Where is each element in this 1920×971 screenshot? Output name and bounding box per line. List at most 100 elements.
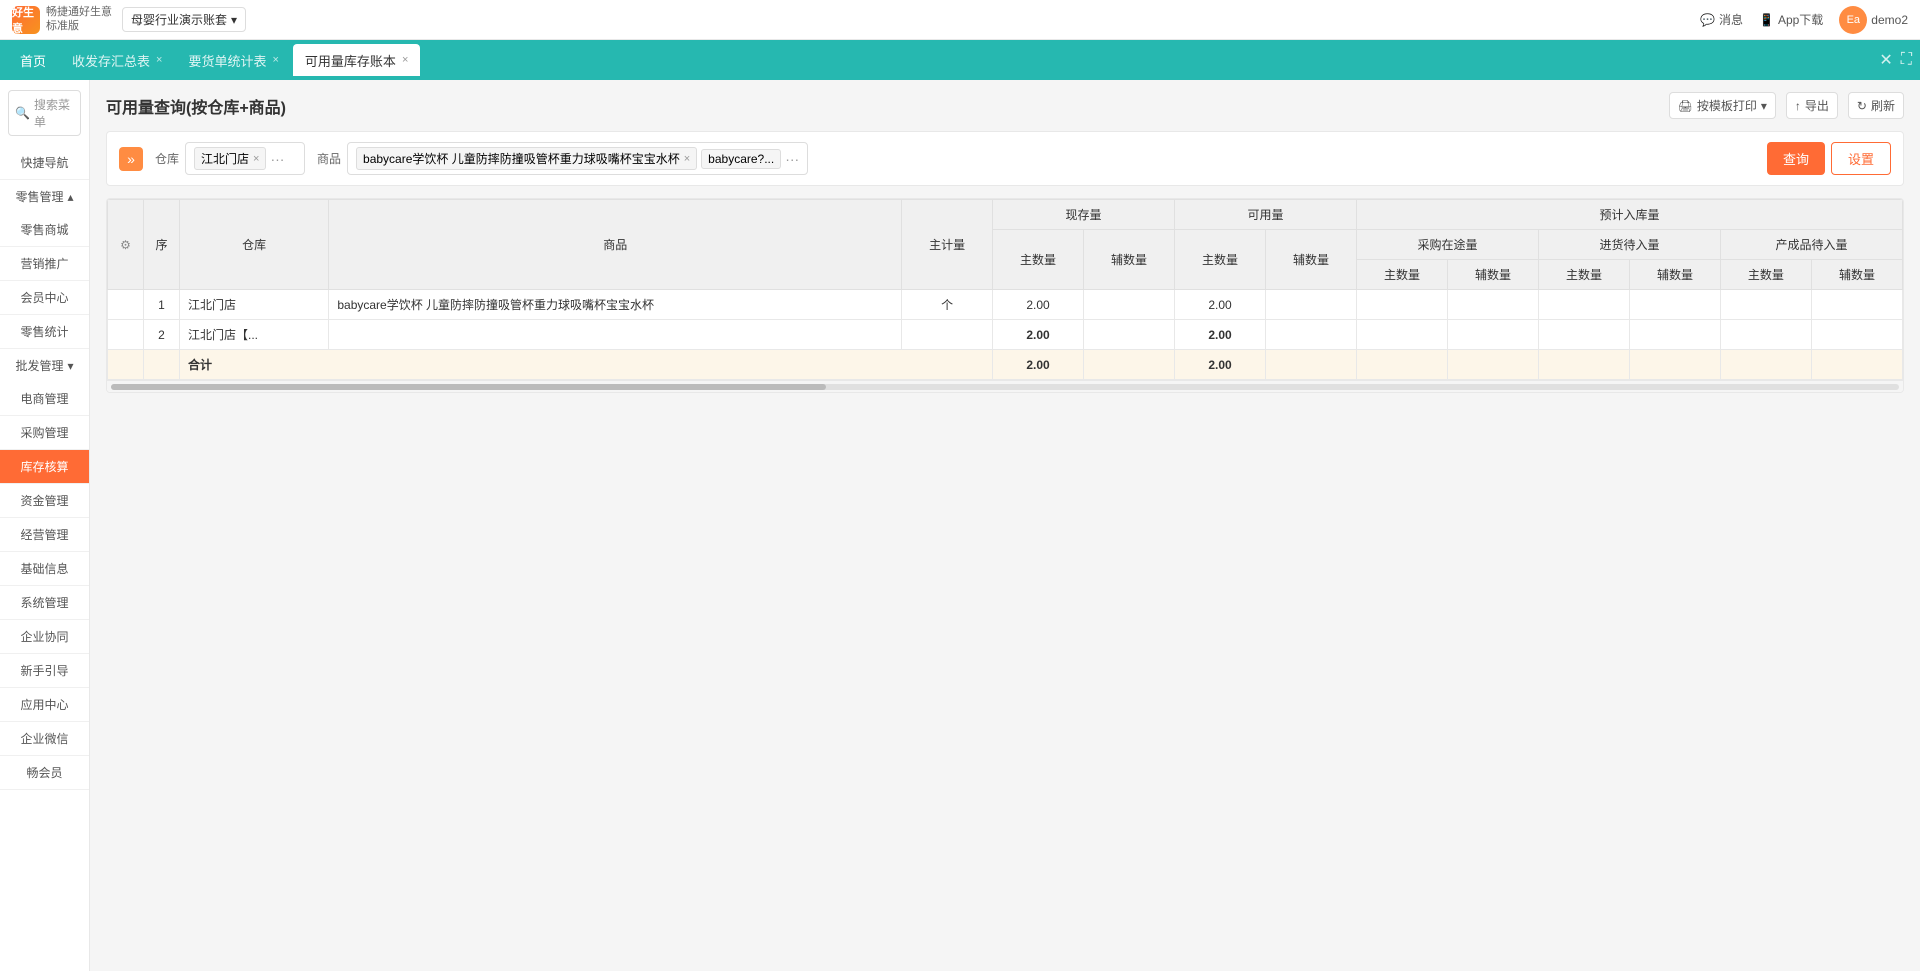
tab-close-all-button[interactable]: ✕ xyxy=(1879,50,1892,70)
footer-stock-main: 2.00 xyxy=(993,350,1084,380)
col-pp-main: 主数量 xyxy=(1720,260,1811,290)
export-button[interactable]: ↑ 导出 xyxy=(1786,92,1838,119)
tab-close-available-stock[interactable]: × xyxy=(402,54,408,66)
refresh-button[interactable]: ↻ 刷新 xyxy=(1848,92,1904,119)
col-product-header: 商品 xyxy=(329,200,902,290)
tab-fullscreen-button[interactable]: ⛶ xyxy=(1901,51,1912,69)
footer-pp-main xyxy=(1720,350,1811,380)
product-tag1-close[interactable]: × xyxy=(684,153,690,165)
col-no-header: 序 xyxy=(144,200,180,290)
user-menu[interactable]: Ea demo2 xyxy=(1839,6,1908,34)
sidebar-item-retail-stats[interactable]: 零售统计 xyxy=(0,315,89,349)
sidebar-item-newbie[interactable]: 新手引导 xyxy=(0,654,89,688)
tab-home[interactable]: 首页 xyxy=(8,44,58,76)
row1-warehouse: 江北门店 xyxy=(180,290,329,320)
horizontal-scrollbar[interactable] xyxy=(107,380,1903,392)
app-download-button[interactable]: 📱 App下载 xyxy=(1759,11,1823,28)
table-row: 1 江北门店 babycare学饮杯 儿童防摔防撞吸管杯重力球吸嘴杯宝宝水杯 个… xyxy=(108,290,1903,320)
row2-avail-aux xyxy=(1266,320,1357,350)
row1-pt-aux xyxy=(1447,290,1538,320)
sidebar-item-member[interactable]: 会员中心 xyxy=(0,281,89,315)
sidebar-item-system[interactable]: 系统管理 xyxy=(0,586,89,620)
product-filter: 商品 babycare学饮杯 儿童防摔防撞吸管杯重力球吸嘴杯宝宝水杯 × bab… xyxy=(317,142,808,175)
sidebar-item-ecommerce[interactable]: 电商管理 xyxy=(0,382,89,416)
col-current-stock-header: 现存量 xyxy=(993,200,1175,230)
col-pp-aux: 辅数量 xyxy=(1811,260,1902,290)
top-bar-left: 好生意 畅捷通好生意 标准版 母婴行业演示账套 ▾ xyxy=(12,6,246,34)
export-icon: ↑ xyxy=(1795,99,1801,113)
warehouse-ellipsis[interactable]: ··· xyxy=(270,151,284,167)
settings-button[interactable]: 设置 xyxy=(1831,142,1891,175)
sidebar-item-wholesale-management[interactable]: 批发管理 ▾ xyxy=(0,349,89,382)
footer-ip-aux xyxy=(1629,350,1720,380)
col-available-header: 可用量 xyxy=(1175,200,1357,230)
footer-avail-aux xyxy=(1266,350,1357,380)
row2-settings xyxy=(108,320,144,350)
footer-avail-main: 2.00 xyxy=(1175,350,1266,380)
query-button[interactable]: 查询 xyxy=(1767,142,1825,175)
row1-stock-aux xyxy=(1084,290,1175,320)
sidebar-item-finance[interactable]: 资金管理 xyxy=(0,484,89,518)
table-container: ⚙ 序 仓库 商品 主计量 现存量 可用量 预计入库量 主数量 辅 xyxy=(106,198,1904,393)
row2-ip-main xyxy=(1538,320,1629,350)
industry-selector[interactable]: 母婴行业演示账套 ▾ xyxy=(122,7,246,32)
warehouse-input[interactable]: 江北门店 × ··· xyxy=(185,142,305,175)
data-table: ⚙ 序 仓库 商品 主计量 现存量 可用量 预计入库量 主数量 辅 xyxy=(107,199,1903,380)
sidebar-item-retail-mall[interactable]: 零售商城 xyxy=(0,213,89,247)
top-bar-right: 💬 消息 📱 App下载 Ea demo2 xyxy=(1700,6,1908,34)
tab-order-stats[interactable]: 要货单统计表 × xyxy=(176,44,290,76)
template-print-button[interactable]: 🖨 按模板打印 ▾ xyxy=(1669,92,1776,119)
page-actions: 🖨 按模板打印 ▾ ↑ 导出 ↻ 刷新 xyxy=(1669,92,1904,119)
settings-icon[interactable]: ⚙ xyxy=(120,238,131,252)
sidebar-item-app-center[interactable]: 应用中心 xyxy=(0,688,89,722)
footer-settings xyxy=(108,350,144,380)
col-avail-aux-header: 辅数量 xyxy=(1266,230,1357,290)
tab-bar: 首页 收发存汇总表 × 要货单统计表 × 可用量库存账本 × ✕ ⛶ xyxy=(0,40,1920,80)
sidebar-item-vip[interactable]: 畅会员 xyxy=(0,756,89,790)
product-ellipsis[interactable]: ··· xyxy=(785,151,799,167)
main-layout: 🔍 搜索菜单 快捷导航 零售管理 ▴ 零售商城 营销推广 会员中心 零售统计 批… xyxy=(0,80,1920,971)
sidebar-item-basic[interactable]: 基础信息 xyxy=(0,552,89,586)
col-pt-main: 主数量 xyxy=(1357,260,1448,290)
top-bar: 好生意 畅捷通好生意 标准版 母婴行业演示账套 ▾ 💬 消息 📱 App下载 E… xyxy=(0,0,1920,40)
tab-receipts[interactable]: 收发存汇总表 × xyxy=(60,44,174,76)
sidebar-item-quick-nav[interactable]: 快捷导航 xyxy=(0,146,89,180)
footer-stock-aux xyxy=(1084,350,1175,380)
chevron-down-icon: ▾ xyxy=(231,13,237,27)
product-tag1: babycare学饮杯 儿童防摔防撞吸管杯重力球吸嘴杯宝宝水杯 × xyxy=(356,147,697,170)
logo-area: 好生意 畅捷通好生意 标准版 xyxy=(12,6,112,34)
logo-icon: 好生意 xyxy=(12,6,40,34)
tab-available-stock[interactable]: 可用量库存账本 × xyxy=(293,44,420,76)
scroll-thumb xyxy=(111,384,826,390)
row2-pp-main xyxy=(1720,320,1811,350)
logo-text: 畅捷通好生意 标准版 xyxy=(46,6,112,32)
sidebar-item-purchase[interactable]: 采购管理 xyxy=(0,416,89,450)
warehouse-tag: 江北门店 × xyxy=(194,147,266,170)
row2-pp-aux xyxy=(1811,320,1902,350)
sidebar-item-wecom[interactable]: 企业微信 xyxy=(0,722,89,756)
warehouse-tag-close[interactable]: × xyxy=(253,153,259,165)
row1-pt-main xyxy=(1357,290,1448,320)
page-container: 可用量查询(按仓库+商品) 🖨 按模板打印 ▾ ↑ 导出 ↻ 刷新 xyxy=(90,80,1920,405)
sidebar-item-enterprise[interactable]: 企业协同 xyxy=(0,620,89,654)
row2-unit xyxy=(902,320,993,350)
page-header: 可用量查询(按仓库+商品) 🖨 按模板打印 ▾ ↑ 导出 ↻ 刷新 xyxy=(106,92,1904,119)
chevron-up-icon: ▴ xyxy=(67,190,73,204)
sidebar-item-marketing[interactable]: 营销推广 xyxy=(0,247,89,281)
product-tag2: babycare?... xyxy=(701,149,781,169)
filter-expand-button[interactable]: » xyxy=(119,147,143,171)
table-header-row1: ⚙ 序 仓库 商品 主计量 现存量 可用量 预计入库量 xyxy=(108,200,1903,230)
sidebar-item-operation[interactable]: 经营管理 xyxy=(0,518,89,552)
sidebar-item-inventory[interactable]: 库存核算 xyxy=(0,450,89,484)
sidebar-search-button[interactable]: 🔍 搜索菜单 xyxy=(8,90,81,136)
product-input[interactable]: babycare学饮杯 儿童防摔防撞吸管杯重力球吸嘴杯宝宝水杯 × babyca… xyxy=(347,142,808,175)
row1-avail-aux xyxy=(1266,290,1357,320)
warehouse-filter: 仓库 江北门店 × ··· xyxy=(155,142,305,175)
row1-ip-main xyxy=(1538,290,1629,320)
message-button[interactable]: 💬 消息 xyxy=(1700,11,1743,28)
tab-close-receipts[interactable]: × xyxy=(156,54,162,66)
sidebar-search-area: 🔍 搜索菜单 xyxy=(0,80,89,146)
row2-product xyxy=(329,320,902,350)
sidebar-item-retail-management[interactable]: 零售管理 ▴ xyxy=(0,180,89,213)
tab-close-order-stats[interactable]: × xyxy=(272,54,278,66)
